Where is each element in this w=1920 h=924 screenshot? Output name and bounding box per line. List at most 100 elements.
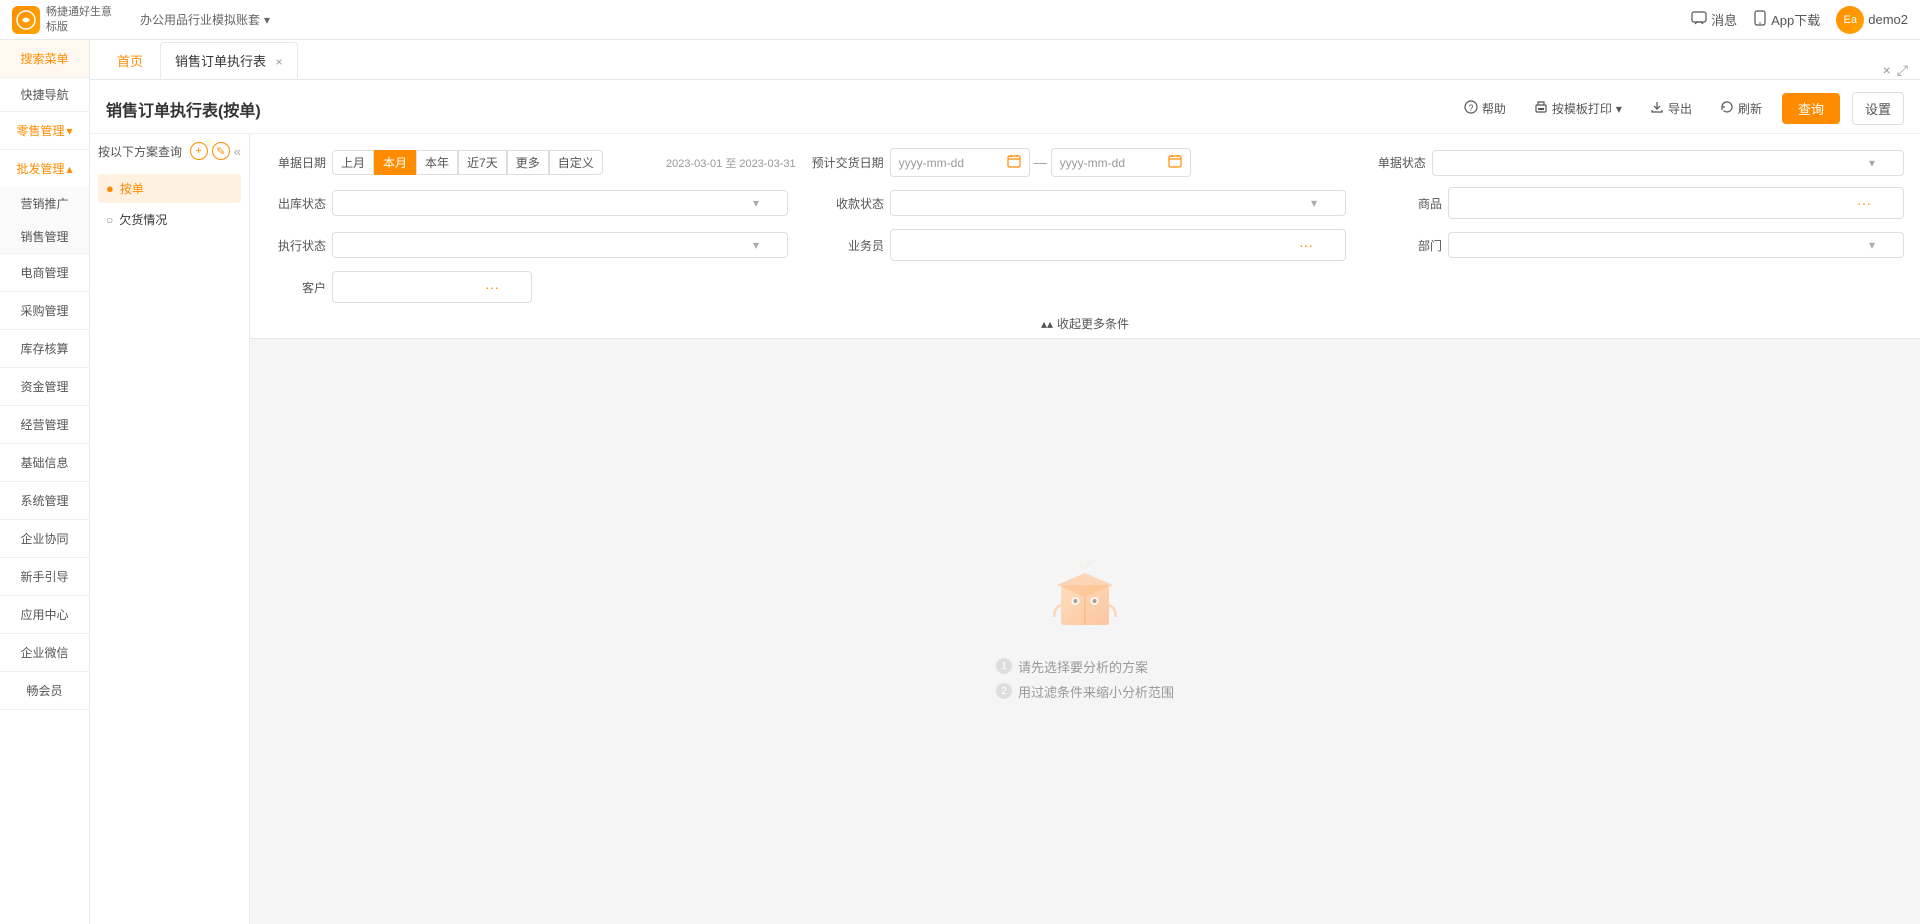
app-download-button[interactable]: App下载 xyxy=(1753,10,1820,29)
date-from-placeholder: yyyy-mm-dd xyxy=(899,156,964,170)
filter-container: 单据日期 上月 本月 本年 近7天 更多 自定义 2023-03-01 至 20… xyxy=(250,134,1920,309)
window-expand-button[interactable]: ⤢ xyxy=(1897,62,1908,79)
date-btn-last-7[interactable]: 近7天 xyxy=(458,150,507,175)
sidebar-item-basic-info[interactable]: 基础信息 xyxy=(0,444,89,482)
sidebar-item-app-center[interactable]: 应用中心 xyxy=(0,596,89,634)
tab-close-icon[interactable]: × xyxy=(276,55,283,69)
basic-info-label: 基础信息 xyxy=(20,454,68,471)
tab-sales-label: 销售订单执行表 xyxy=(175,54,266,69)
sidebar-item-newcomer[interactable]: 新手引导 xyxy=(0,558,89,596)
header-right: 消息 App下载 Ea demo2 xyxy=(1691,6,1908,34)
goods-dots-icon[interactable]: ··· xyxy=(1853,193,1875,213)
logo-icon xyxy=(12,6,40,34)
sidebar-item-enterprise-wechat[interactable]: 企业微信 xyxy=(0,634,89,672)
expected-date-group: 预计交货日期 yyyy-mm-dd — yyy xyxy=(812,148,1350,177)
content-area: 首页 销售订单执行表 × × ⤢ 销售订单执行表(按单) ? 帮助 xyxy=(90,40,1920,924)
date-btn-custom[interactable]: 自定义 xyxy=(549,150,603,175)
operations-label: 经营管理 xyxy=(20,416,68,433)
sidebar-item-ecommerce[interactable]: 电商管理 xyxy=(0,254,89,292)
sidebar-item-system[interactable]: 系统管理 xyxy=(0,482,89,520)
sidebar-item-sales-management[interactable]: 销售管理 xyxy=(0,220,89,253)
payment-status-dropdown[interactable]: ▾ xyxy=(890,190,1346,216)
schema-collapse-button[interactable]: « xyxy=(234,144,241,159)
sidebar-item-wholesale-management[interactable]: 批发管理 ▴ xyxy=(0,150,89,187)
message-button[interactable]: 消息 xyxy=(1691,10,1737,29)
schema-edit-button[interactable]: ✎ xyxy=(212,142,230,160)
date-from-input[interactable]: yyyy-mm-dd xyxy=(890,148,1030,177)
date-btn-this-month[interactable]: 本月 xyxy=(374,150,416,175)
order-status-dropdown[interactable]: ▾ xyxy=(1432,150,1904,176)
exec-status-label: 执行状态 xyxy=(266,237,326,254)
sidebar-item-quick-nav[interactable]: 快捷导航 xyxy=(0,78,89,112)
sidebar-item-marketing[interactable]: 营销推广 xyxy=(0,187,89,220)
help-button[interactable]: ? 帮助 xyxy=(1456,96,1514,121)
schema-item-icon-order: ● xyxy=(106,181,114,196)
schema-item-by-order[interactable]: ● 按单 xyxy=(98,174,241,203)
dept-dropdown[interactable]: ▾ xyxy=(1448,232,1904,258)
out-status-chevron-icon: ▾ xyxy=(753,196,759,210)
export-button[interactable]: 导出 xyxy=(1642,96,1700,121)
user-profile-button[interactable]: Ea demo2 xyxy=(1836,6,1908,34)
breadcrumb-area[interactable]: 办公用品行业模拟账套 ▾ xyxy=(140,11,270,28)
window-close-button[interactable]: × xyxy=(1883,62,1891,79)
breadcrumb-text: 办公用品行业模拟账套 xyxy=(140,11,260,28)
sidebar-item-operations[interactable]: 经营管理 xyxy=(0,406,89,444)
full-content: 按以下方案查询 + ✎ « ● 按单 ○ 欠货情况 xyxy=(90,134,1920,924)
salesperson-input[interactable]: ··· xyxy=(890,229,1346,261)
sidebar-item-purchasing[interactable]: 采购管理 xyxy=(0,292,89,330)
sidebar-item-enterprise[interactable]: 企业协同 xyxy=(0,520,89,558)
sidebar-item-search-menu[interactable]: 搜索菜单 xyxy=(0,40,89,78)
finance-label: 资金管理 xyxy=(20,378,68,395)
exec-status-chevron-icon: ▾ xyxy=(753,238,759,252)
exec-status-dropdown[interactable]: ▾ xyxy=(332,232,788,258)
date-type-buttons: 上月 本月 本年 近7天 更多 自定义 xyxy=(332,150,603,175)
refresh-button[interactable]: 刷新 xyxy=(1712,96,1770,121)
purchasing-label: 采购管理 xyxy=(20,302,68,319)
sidebar-group-wholesale: 批发管理 ▴ 营销推广 销售管理 xyxy=(0,150,89,254)
payment-status-label: 收款状态 xyxy=(824,195,884,212)
logo-area: 畅捷通好生意 标版 xyxy=(12,5,112,34)
page-header: 销售订单执行表(按单) ? 帮助 按模板打印 ▾ xyxy=(90,80,1920,134)
sidebar-item-inventory[interactable]: 库存核算 xyxy=(0,330,89,368)
schema-panel: 按以下方案查询 + ✎ « ● 按单 ○ 欠货情况 xyxy=(90,134,250,924)
schema-item-icon-debt: ○ xyxy=(106,213,113,227)
sidebar-item-finance[interactable]: 资金管理 xyxy=(0,368,89,406)
enterprise-label: 企业协同 xyxy=(20,530,68,547)
date-btn-this-year[interactable]: 本年 xyxy=(416,150,458,175)
tab-sales-order-exec[interactable]: 销售订单执行表 × xyxy=(160,42,298,79)
filter-row-1: 单据日期 上月 本月 本年 近7天 更多 自定义 2023-03-01 至 20… xyxy=(266,148,1904,177)
tab-home[interactable]: 首页 xyxy=(102,42,158,79)
enterprise-wechat-label: 企业微信 xyxy=(20,644,68,661)
collapse-bar[interactable]: ▴▴ 收起更多条件 xyxy=(250,309,1920,339)
app-download-label: App下载 xyxy=(1771,10,1820,29)
customer-dots-icon[interactable]: ··· xyxy=(481,277,503,297)
query-button[interactable]: 查询 xyxy=(1782,93,1840,124)
filter-row-4: 客户 ··· xyxy=(266,271,1904,303)
date-to-placeholder: yyyy-mm-dd xyxy=(1060,156,1125,170)
customer-input[interactable]: ··· xyxy=(332,271,532,303)
empty-tips: 1 请先选择要分析的方案 2 用过滤条件来缩小分析范围 xyxy=(996,657,1174,707)
print-icon xyxy=(1534,100,1548,117)
payment-status-chevron-icon: ▾ xyxy=(1311,196,1317,210)
sidebar-item-retail-management[interactable]: 零售管理 ▾ xyxy=(0,112,89,149)
salesperson-dots-icon[interactable]: ··· xyxy=(1295,235,1317,255)
salesperson-label: 业务员 xyxy=(824,237,884,254)
date-to-input[interactable]: yyyy-mm-dd xyxy=(1051,148,1191,177)
collapse-label: 收起更多条件 xyxy=(1057,315,1129,332)
page-title: 销售订单执行表(按单) xyxy=(106,97,261,121)
date-btn-last-month[interactable]: 上月 xyxy=(332,150,374,175)
tab-bar: 首页 销售订单执行表 × × ⤢ xyxy=(90,40,1920,80)
date-btn-more[interactable]: 更多 xyxy=(507,150,549,175)
settings-button[interactable]: 设置 xyxy=(1852,92,1904,125)
export-label: 导出 xyxy=(1668,100,1692,117)
salesperson-group: 业务员 ··· xyxy=(824,229,1346,261)
print-arrow-icon: ▾ xyxy=(1616,102,1622,116)
goods-input[interactable]: ··· xyxy=(1448,187,1904,219)
filter-row-2: 出库状态 ▾ 收款状态 ▾ xyxy=(266,187,1904,219)
schema-item-by-debt[interactable]: ○ 欠货情况 xyxy=(98,205,241,234)
inventory-label: 库存核算 xyxy=(20,340,68,357)
schema-add-button[interactable]: + xyxy=(190,142,208,160)
print-button[interactable]: 按模板打印 ▾ xyxy=(1526,96,1630,121)
out-status-dropdown[interactable]: ▾ xyxy=(332,190,788,216)
sidebar-item-vip[interactable]: 畅会员 xyxy=(0,672,89,710)
